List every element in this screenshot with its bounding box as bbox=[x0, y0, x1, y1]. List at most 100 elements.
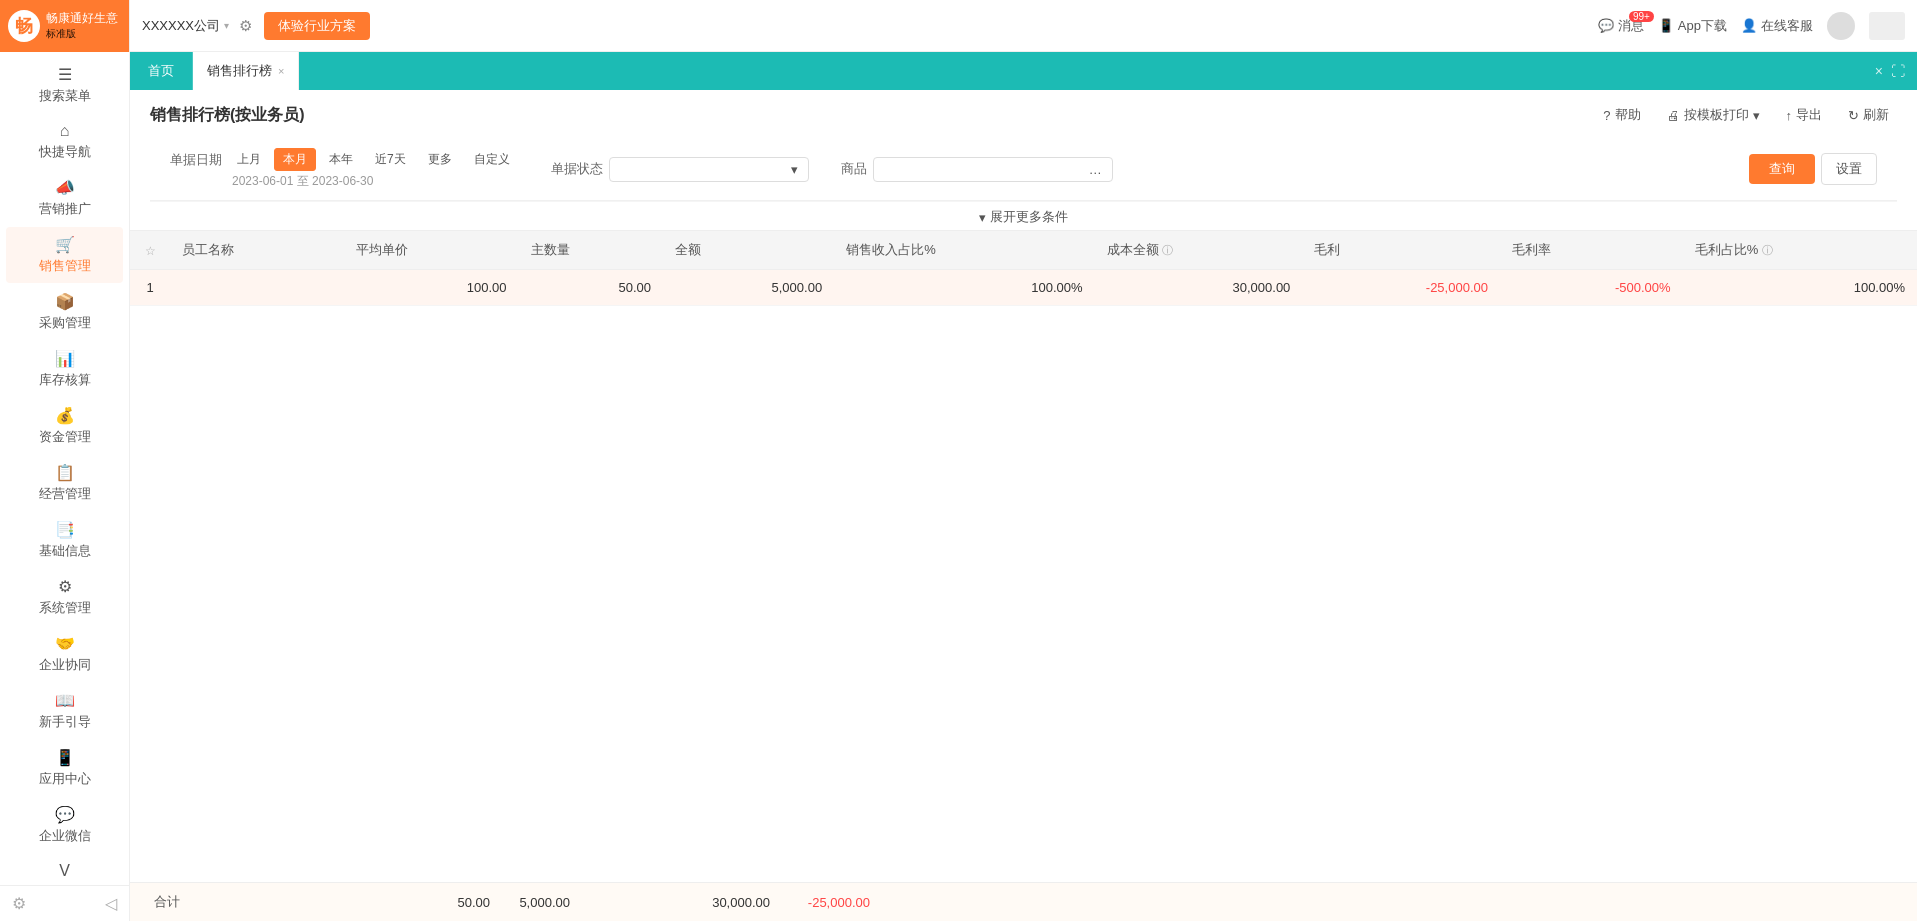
sidebar-icon-13: 💬 bbox=[55, 805, 75, 824]
sidebar-item-1[interactable]: ⌂快捷导航 bbox=[6, 114, 123, 169]
tab-home[interactable]: 首页 bbox=[130, 52, 193, 90]
app-download-button[interactable]: 📱 App下载 bbox=[1658, 17, 1727, 35]
date-7days[interactable]: 近7天 bbox=[366, 148, 415, 171]
export-icon: ↑ bbox=[1786, 108, 1793, 123]
status-dropdown[interactable]: ▾ bbox=[609, 157, 809, 182]
goods-more-icon: … bbox=[1089, 162, 1102, 177]
sidebar-icon-6: 💰 bbox=[55, 406, 75, 425]
export-label: 导出 bbox=[1796, 106, 1822, 124]
sidebar-icon-3: 🛒 bbox=[55, 235, 75, 254]
settings-gear-icon[interactable]: ⚙ bbox=[239, 17, 252, 35]
expand-label: 展开更多条件 bbox=[990, 208, 1068, 226]
logo-text: 畅康通好生意 bbox=[46, 11, 118, 27]
page-header: 销售排行榜(按业务员) ? 帮助 🖨 按模板打印 ▾ ↑ 导出 bbox=[130, 90, 1917, 231]
sidebar-label-3: 销售管理 bbox=[39, 257, 91, 275]
cell-sales-pct: 100.00% bbox=[834, 270, 1094, 306]
date-filter-row: 单据日期 上月 本月 本年 近7天 更多 自定义 bbox=[170, 148, 519, 171]
date-more[interactable]: 更多 bbox=[419, 148, 461, 171]
online-service-button[interactable]: 👤 在线客服 bbox=[1741, 17, 1813, 35]
company-selector[interactable]: XXXXXX公司 ▾ bbox=[142, 17, 229, 35]
sidebar-icon-9: ⚙ bbox=[58, 577, 72, 596]
logo-sub: 标准版 bbox=[46, 27, 118, 41]
sidebar-icon-12: 📱 bbox=[55, 748, 75, 767]
sidebar-item-0[interactable]: ☰搜索菜单 bbox=[6, 57, 123, 113]
th-gross-pct: 毛利占比% ⓘ bbox=[1683, 231, 1917, 270]
refresh-button[interactable]: ↻ 刷新 bbox=[1840, 102, 1897, 128]
service-label: 在线客服 bbox=[1761, 17, 1813, 35]
th-amount: 全额 bbox=[663, 231, 834, 270]
sidebar: 畅 畅康通好生意 标准版 ☰搜索菜单⌂快捷导航📣营销推广 🛒 销售管理 📦采购管理📊库… bbox=[0, 0, 130, 921]
sidebar-label-2: 营销推广 bbox=[39, 200, 91, 218]
sidebar-item-10[interactable]: 🤝企业协同 bbox=[6, 626, 123, 682]
sidebar-item-3[interactable]: 🛒 销售管理 bbox=[6, 227, 123, 283]
user-avatar[interactable] bbox=[1827, 12, 1855, 40]
th-sales-pct: 销售收入占比% bbox=[834, 231, 1094, 270]
sidebar-item-5[interactable]: 📊库存核算 bbox=[6, 341, 123, 397]
help-icon: ? bbox=[1603, 108, 1610, 123]
tab-sales-rank[interactable]: 销售排行榜 × bbox=[193, 52, 299, 90]
th-qty: 主数量 bbox=[519, 231, 663, 270]
sidebar-label-12: 应用中心 bbox=[39, 770, 91, 788]
data-table: ☆ 员工名称 平均单价 主数量 全额 销售收入占比% 成本全额 ⓘ 毛利 毛利率 bbox=[130, 231, 1917, 306]
th-gross: 毛利 bbox=[1302, 231, 1500, 270]
sidebar-label-11: 新手引导 bbox=[39, 713, 91, 731]
window-buttons: × ⛶ bbox=[1863, 63, 1917, 79]
sidebar-item-7[interactable]: 📋经营管理 bbox=[6, 455, 123, 511]
date-current-year[interactable]: 本年 bbox=[320, 148, 362, 171]
query-button[interactable]: 查询 bbox=[1749, 154, 1815, 184]
page-title-row: 销售排行榜(按业务员) ? 帮助 🖨 按模板打印 ▾ ↑ 导出 bbox=[150, 102, 1897, 138]
collapse-icon[interactable]: ◁ bbox=[105, 894, 117, 913]
sidebar-label-13: 企业微信 bbox=[39, 827, 91, 845]
sidebar-item-13[interactable]: 💬 企业微信 bbox=[6, 797, 123, 853]
footer-gross: -25,000.00 bbox=[782, 895, 882, 910]
refresh-label: 刷新 bbox=[1863, 106, 1889, 124]
page-actions: ? 帮助 🖨 按模板打印 ▾ ↑ 导出 ↻ 刷新 bbox=[1595, 102, 1897, 128]
status-dropdown-icon: ▾ bbox=[791, 162, 798, 177]
date-custom[interactable]: 自定义 bbox=[465, 148, 519, 171]
sidebar-item-6[interactable]: 💰资金管理 bbox=[6, 398, 123, 454]
cell-cost: 30,000.00 bbox=[1095, 270, 1303, 306]
help-button[interactable]: ? 帮助 bbox=[1595, 102, 1648, 128]
settings-button[interactable]: 设置 bbox=[1821, 153, 1877, 185]
sidebar-icon-0: ☰ bbox=[58, 65, 72, 84]
sidebar-icon-11: 📖 bbox=[55, 691, 75, 710]
user-name-display bbox=[1869, 12, 1905, 40]
star-icon[interactable]: ☆ bbox=[145, 244, 156, 258]
date-current-month[interactable]: 本月 bbox=[274, 148, 316, 171]
sidebar-item-12[interactable]: 📱 应用中心 bbox=[6, 740, 123, 796]
gross-pct-info-icon[interactable]: ⓘ bbox=[1762, 244, 1773, 256]
goods-dropdown[interactable]: … bbox=[873, 157, 1113, 182]
service-icon: 👤 bbox=[1741, 18, 1757, 33]
maximize-icon[interactable]: ⛶ bbox=[1891, 63, 1905, 79]
content-area: 销售排行榜(按业务员) ? 帮助 🖨 按模板打印 ▾ ↑ 导出 bbox=[130, 90, 1917, 921]
cell-amount: 5,000.00 bbox=[663, 270, 834, 306]
tab-sales-rank-label: 销售排行榜 bbox=[207, 62, 272, 80]
tab-close-icon[interactable]: × bbox=[278, 65, 284, 77]
sidebar-item-9[interactable]: ⚙ 系统管理 bbox=[6, 569, 123, 625]
trial-button[interactable]: 体验行业方案 bbox=[264, 12, 370, 40]
sidebar-icon-8: 📑 bbox=[55, 520, 75, 539]
settings-icon[interactable]: ⚙ bbox=[12, 894, 26, 913]
close-window-icon[interactable]: × bbox=[1875, 63, 1883, 79]
sidebar-item-11[interactable]: 📖 新手引导 bbox=[6, 683, 123, 739]
goods-filter-group: 商品 … bbox=[841, 157, 1113, 182]
sidebar-label-9: 系统管理 bbox=[39, 599, 91, 617]
sidebar-label-8: 基础信息 bbox=[39, 542, 91, 560]
date-last-month[interactable]: 上月 bbox=[228, 148, 270, 171]
table-row: 1 100.00 50.00 5,000.00 100.00% 30,000.0… bbox=[130, 270, 1917, 306]
sidebar-icon-4: 📦 bbox=[55, 292, 75, 311]
sidebar-footer: ⚙ ◁ bbox=[0, 885, 129, 921]
print-button[interactable]: 🖨 按模板打印 ▾ bbox=[1659, 102, 1768, 128]
sidebar-item-4[interactable]: 📦采购管理 bbox=[6, 284, 123, 340]
export-button[interactable]: ↑ 导出 bbox=[1778, 102, 1831, 128]
cost-info-icon[interactable]: ⓘ bbox=[1162, 244, 1173, 256]
sidebar-item-2[interactable]: 📣营销推广 bbox=[6, 170, 123, 226]
logo-icon: 畅 bbox=[8, 10, 40, 42]
message-button[interactable]: 💬 消息 99+ bbox=[1598, 17, 1644, 35]
sidebar-item-8[interactable]: 📑 基础信息 bbox=[6, 512, 123, 568]
expand-button[interactable]: ▾ 展开更多条件 bbox=[979, 208, 1068, 226]
footer-qty: 50.00 bbox=[422, 895, 502, 910]
cell-qty: 50.00 bbox=[519, 270, 663, 306]
sidebar-item-14[interactable]: V畅会员 bbox=[6, 854, 123, 885]
filter-expand-row: ▾ 展开更多条件 bbox=[150, 201, 1897, 230]
